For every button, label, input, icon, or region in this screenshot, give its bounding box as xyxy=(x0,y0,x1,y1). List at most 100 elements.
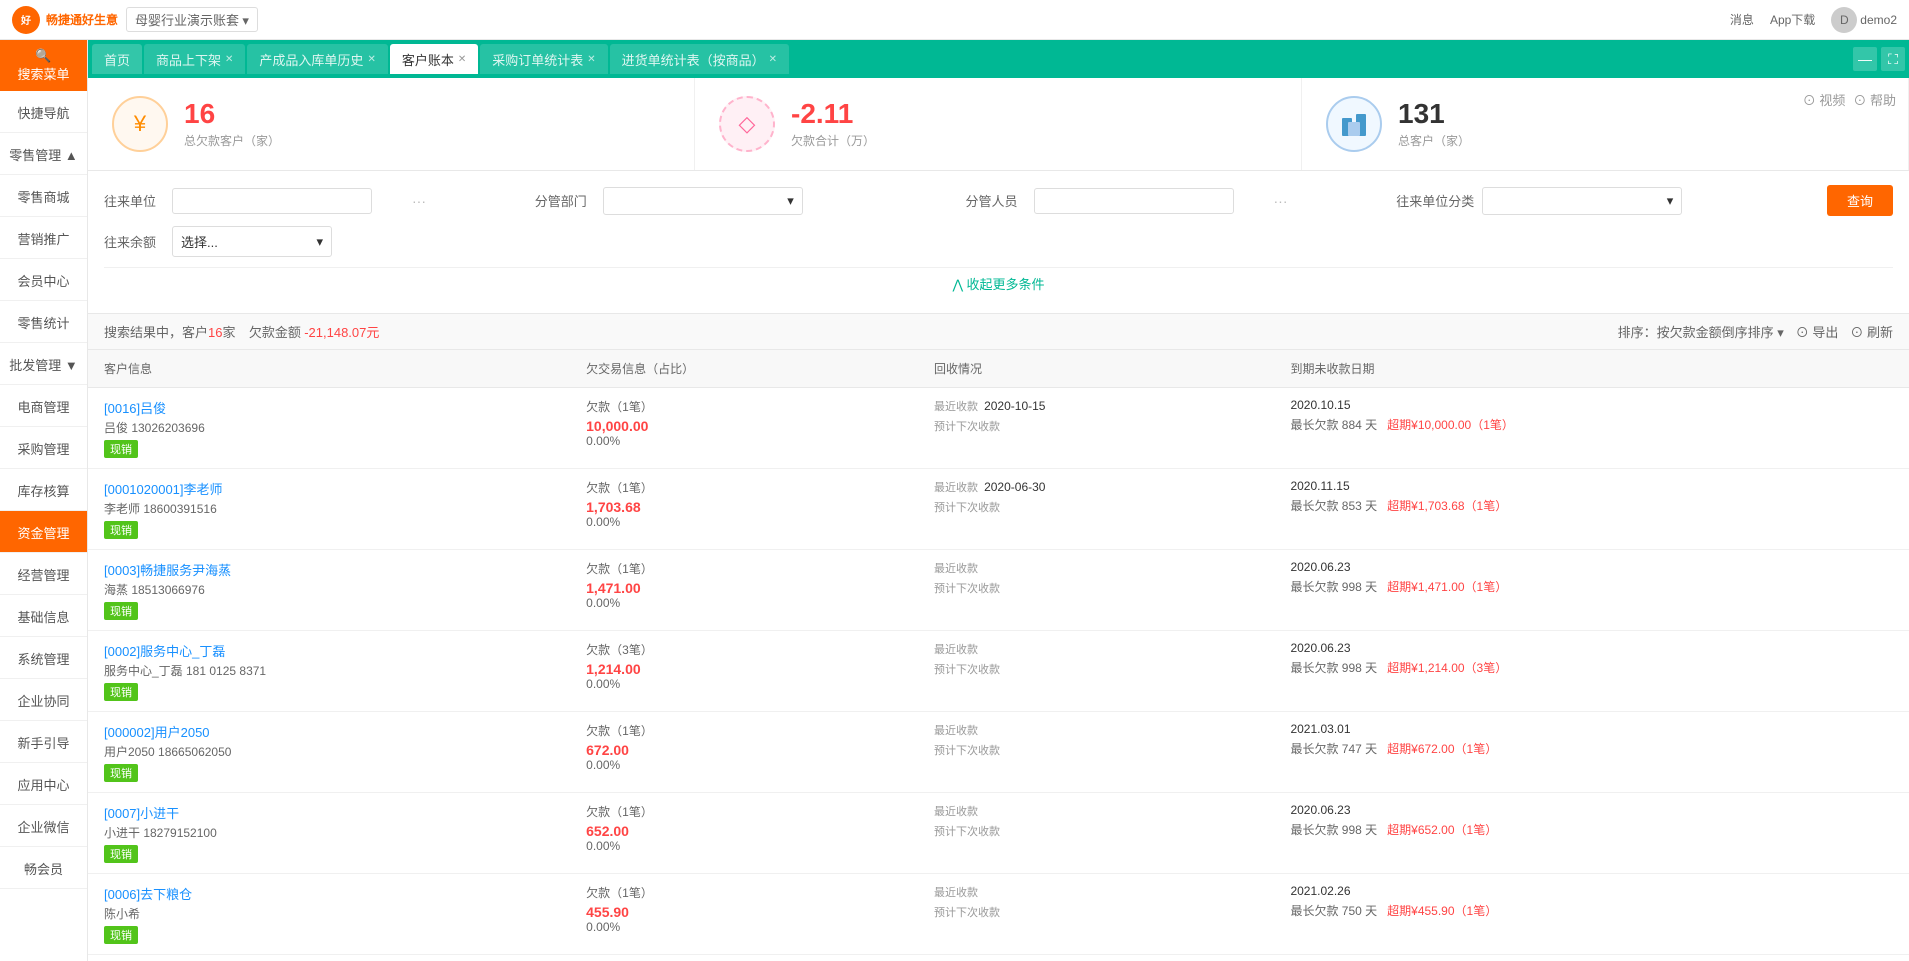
tab-home[interactable]: 首页 xyxy=(92,44,142,74)
customer-name-3[interactable]: [0002]服务中心_丁磊 xyxy=(104,641,554,660)
customer-name-6[interactable]: [0006]去下粮仓 xyxy=(104,884,554,903)
cell-collection-6: 最近收款 预计下次收款 xyxy=(918,874,1275,955)
percent-5: 0.00% xyxy=(586,839,902,853)
cell-customer-6: [0006]去下粮仓 陈小希 现销 xyxy=(88,874,570,955)
customer-phone-4: 用户2050 18665062050 xyxy=(104,743,554,760)
tab-customer-account[interactable]: 客户账本 ✕ xyxy=(390,44,478,74)
sidebar-item-batch-mgmt[interactable]: 批发管理 ▼ xyxy=(0,343,87,385)
sidebar-item-member-vip[interactable]: 畅会员 xyxy=(0,847,87,889)
tab-purchase-stats-close[interactable]: ✕ xyxy=(587,54,595,65)
customer-phone-3: 服务中心_丁磊 181 0125 8371 xyxy=(104,662,554,679)
logo-text: 畅捷通好生意 xyxy=(46,11,118,28)
user-menu[interactable]: D demo2 xyxy=(1831,7,1897,33)
stat-help-link[interactable]: ⊙ 帮助 xyxy=(1853,90,1896,109)
filter-balance: 往来余额 选择... ▾ xyxy=(104,226,1893,257)
overdue-text-2[interactable]: 超期¥1,471.00（1笔） xyxy=(1387,580,1507,594)
customer-name-4[interactable]: [000002]用户2050 xyxy=(104,722,554,741)
overdue-text-3[interactable]: 超期¥1,214.00（3笔） xyxy=(1387,661,1507,675)
stat-video-link[interactable]: ⊙ 视频 xyxy=(1803,90,1846,109)
stat-card-2: ◇ -2.11 欠款合计（万） xyxy=(695,78,1302,170)
results-actions: 排序：按欠款金额倒序排序 ▾ ⊙ 导出 ⊙ 刷新 xyxy=(1618,322,1893,341)
sidebar-item-inventory[interactable]: 库存核算 xyxy=(0,469,87,511)
percent-1: 0.00% xyxy=(586,515,902,529)
sidebar-item-retail-mall[interactable]: 零售商城 xyxy=(0,175,87,217)
sidebar-item-basic-info[interactable]: 基础信息 xyxy=(0,595,87,637)
debt-amount-1: 1,703.68 xyxy=(586,499,902,515)
sidebar-item-marketing[interactable]: 营销推广 xyxy=(0,217,87,259)
stat-icon-2: ◇ xyxy=(719,96,775,152)
sidebar-item-app-center[interactable]: 应用中心 xyxy=(0,763,87,805)
filter-customer-input[interactable] xyxy=(172,188,372,214)
sidebar-item-member[interactable]: 会员中心 xyxy=(0,259,87,301)
filter-person-dots[interactable]: ··· xyxy=(1274,193,1288,209)
sidebar-item-enterprise[interactable]: 企业协同 xyxy=(0,679,87,721)
cell-collection-5: 最近收款 预计下次收款 xyxy=(918,793,1275,874)
sidebar-item-quick-nav[interactable]: 快捷导航 xyxy=(0,91,87,133)
sidebar-item-retail-stats[interactable]: 零售统计 xyxy=(0,301,87,343)
sidebar-item-purchase[interactable]: 采购管理 xyxy=(0,427,87,469)
filter-category-select[interactable]: ▾ xyxy=(1482,187,1682,215)
stat-icon-1: ¥ xyxy=(112,96,168,152)
top-bar-left: 好 畅捷通好生意 母婴行业演示账套 ▾ xyxy=(12,6,258,34)
percent-2: 0.00% xyxy=(586,596,902,610)
sidebar-item-enterprise-wechat[interactable]: 企业微信 xyxy=(0,805,87,847)
filter-dept-select[interactable]: ▾ xyxy=(603,187,803,215)
tab-product-history-close[interactable]: ✕ xyxy=(367,54,375,65)
sidebar-search[interactable]: 🔍 搜索菜单 xyxy=(0,40,87,91)
overdue-text-1[interactable]: 超期¥1,703.68（1笔） xyxy=(1387,499,1507,513)
cell-collection-3: 最近收款 预计下次收款 xyxy=(918,631,1275,712)
search-button[interactable]: 查询 xyxy=(1827,185,1893,216)
message-link[interactable]: 消息 xyxy=(1730,11,1754,28)
filter-balance-select[interactable]: 选择... ▾ xyxy=(172,226,332,257)
due-date-2: 2020.06.23 xyxy=(1290,560,1893,574)
sidebar-item-system[interactable]: 系统管理 xyxy=(0,637,87,679)
customer-name-5[interactable]: [0007]小进干 xyxy=(104,803,554,822)
filter-area: 往来单位 ··· 分管部门 ▾ xyxy=(88,171,1909,314)
customer-badge-4: 现销 xyxy=(104,764,138,782)
collapse-row[interactable]: ⋀ 收起更多条件 xyxy=(104,267,1893,299)
stat-value-2: -2.11 xyxy=(791,100,875,128)
sidebar-item-finance[interactable]: 资金管理 xyxy=(0,511,87,553)
filter-customer-dots[interactable]: ··· xyxy=(412,193,426,209)
sidebar-item-retail-mgmt[interactable]: 零售管理 ▲ xyxy=(0,133,87,175)
sidebar-item-ecommerce[interactable]: 电商管理 xyxy=(0,385,87,427)
tab-purchase-stats2[interactable]: 进货单统计表（按商品） ✕ xyxy=(610,44,789,74)
tab-maximize-button[interactable]: ⛶ xyxy=(1881,47,1905,71)
tab-minimize-button[interactable]: — xyxy=(1853,47,1877,71)
cell-debt-7: 欠款（1笔） 429.00 0.00% xyxy=(570,955,918,961)
customer-name-1[interactable]: [0001020001]李老师 xyxy=(104,479,554,498)
refresh-button[interactable]: ⊙ 刷新 xyxy=(1850,322,1893,341)
next-label-0: 预计下次收款 xyxy=(934,418,1259,434)
debt-info-0: 欠款（1笔） xyxy=(586,398,902,415)
sidebar-item-operations[interactable]: 经营管理 xyxy=(0,553,87,595)
tab-products-off[interactable]: 商品上下架 ✕ xyxy=(144,44,245,74)
overdue-text-5[interactable]: 超期¥652.00（1笔） xyxy=(1387,823,1497,837)
app-download-link[interactable]: App下载 xyxy=(1770,11,1815,28)
stat-value-3: 131 xyxy=(1398,100,1470,128)
results-bar: 搜索结果中，客户16家 欠款金额 -21,148.07元 排序：按欠款金额倒序排… xyxy=(88,314,1909,350)
customer-name-2[interactable]: [0003]畅捷服务尹海蒸 xyxy=(104,560,554,579)
next-label-6: 预计下次收款 xyxy=(934,904,1259,920)
collapse-label: 收起更多条件 xyxy=(967,277,1045,292)
customer-name-0[interactable]: [0016]吕俊 xyxy=(104,398,554,417)
company-select[interactable]: 母婴行业演示账套 ▾ xyxy=(126,7,258,32)
overdue-text-4[interactable]: 超期¥672.00（1笔） xyxy=(1387,742,1497,756)
filter-person-label: 分管人员 xyxy=(966,191,1026,210)
cell-debt-3: 欠款（3笔） 1,214.00 0.00% xyxy=(570,631,918,712)
cell-debt-5: 欠款（1笔） 652.00 0.00% xyxy=(570,793,918,874)
tab-purchase-stats[interactable]: 采购订单统计表 ✕ xyxy=(480,44,607,74)
overdue-text-0[interactable]: 超期¥10,000.00（1笔） xyxy=(1387,418,1514,432)
due-date-5: 2020.06.23 xyxy=(1290,803,1893,817)
tab-product-history[interactable]: 产成品入库单历史 ✕ xyxy=(247,44,387,74)
tab-products-off-close[interactable]: ✕ xyxy=(225,54,233,65)
stat-actions: ⊙ 视频 ⊙ 帮助 xyxy=(1803,90,1896,109)
debt-amount-2: 1,471.00 xyxy=(586,580,902,596)
overdue-text-6[interactable]: 超期¥455.90（1笔） xyxy=(1387,904,1497,918)
sidebar-item-newbie[interactable]: 新手引导 xyxy=(0,721,87,763)
filter-balance-chevron: ▾ xyxy=(316,234,323,250)
filter-person-input[interactable] xyxy=(1034,188,1234,214)
tab-purchase-stats2-close[interactable]: ✕ xyxy=(769,54,777,65)
export-button[interactable]: ⊙ 导出 xyxy=(1796,322,1839,341)
customer-badge-6: 现销 xyxy=(104,926,138,944)
tab-customer-account-close[interactable]: ✕ xyxy=(458,54,466,65)
